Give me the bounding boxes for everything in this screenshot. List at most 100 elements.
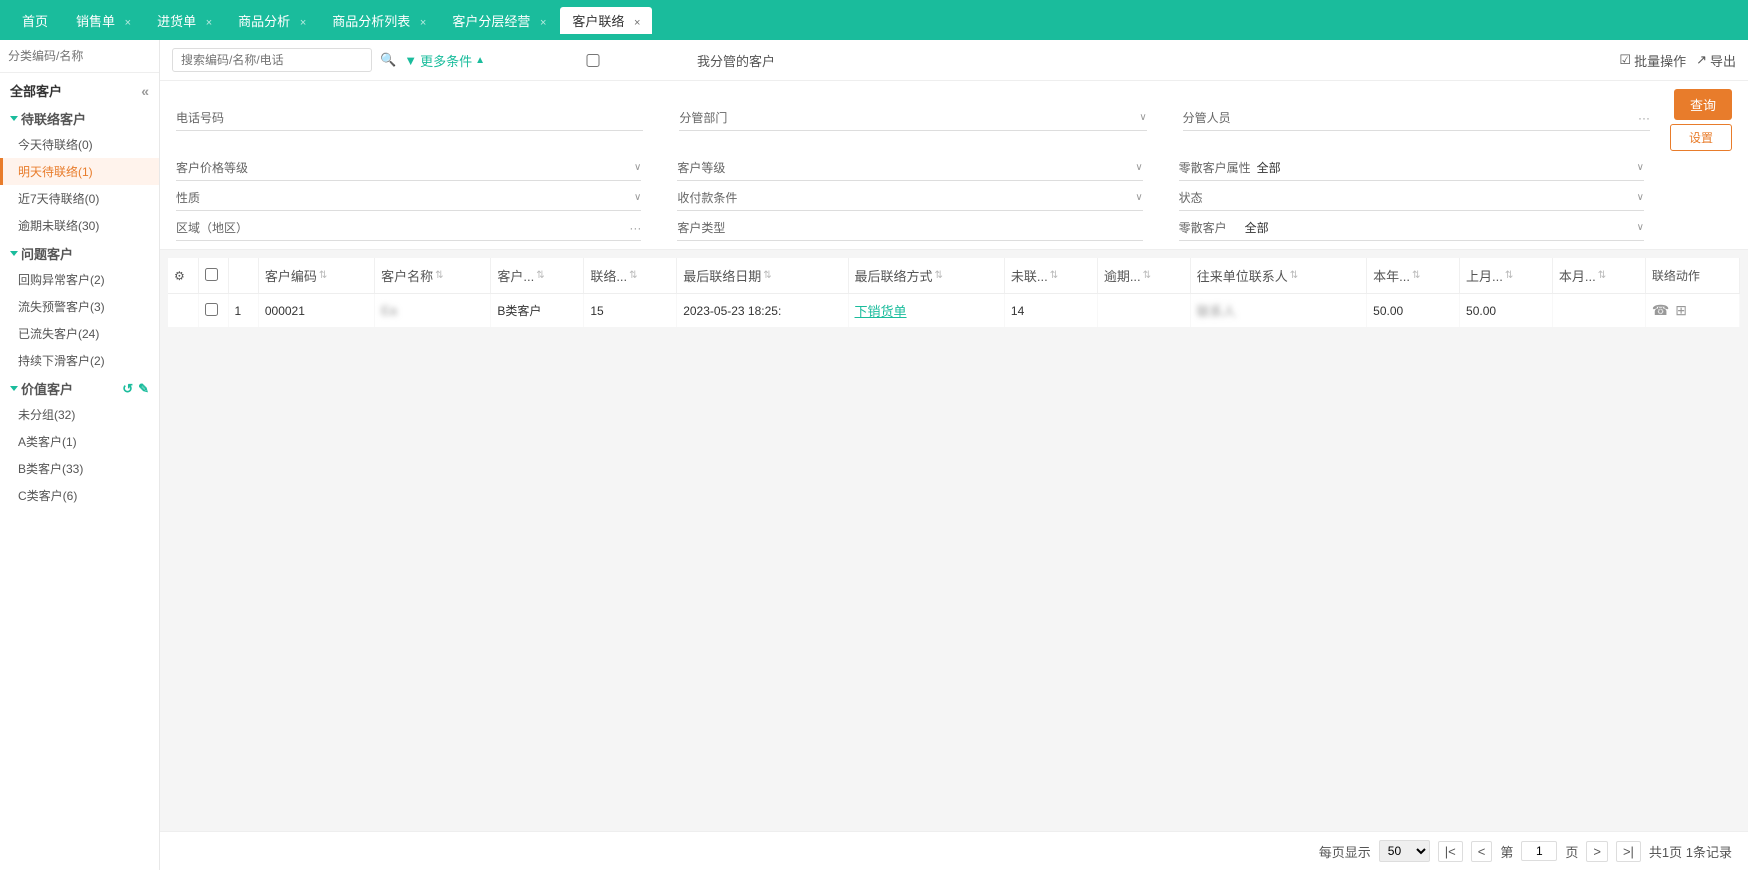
- query-button[interactable]: 查询: [1674, 89, 1732, 120]
- th-unit-contact[interactable]: 往来单位联系人⇅: [1190, 258, 1366, 294]
- export-btn[interactable]: ↗ 导出: [1696, 51, 1736, 70]
- next-page-btn[interactable]: >: [1586, 841, 1608, 862]
- sidebar-item-class-b[interactable]: B类客户(33): [0, 455, 159, 482]
- last-page-btn[interactable]: >|: [1616, 841, 1641, 862]
- th-last-date[interactable]: 最后联络日期⇅: [677, 258, 848, 294]
- sidebar-item-overdue[interactable]: 逾期未联络(30): [0, 212, 159, 239]
- sidebar-collapse-icon[interactable]: «: [141, 83, 149, 99]
- th-name[interactable]: 客户名称⇅: [375, 258, 491, 294]
- filter-dept-label: 分管部门: [679, 109, 739, 126]
- sort-name-icon: ⇅: [435, 270, 443, 281]
- th-code[interactable]: 客户编码⇅: [258, 258, 374, 294]
- nav-close-analysis-list[interactable]: ×: [420, 17, 426, 29]
- my-customers-checkbox[interactable]: [493, 54, 693, 67]
- nav-close-sales[interactable]: ×: [125, 17, 131, 29]
- td-last-month: 50.00: [1460, 294, 1553, 328]
- nav-item-purchase[interactable]: 进货单 ×: [145, 7, 224, 34]
- sidebar-item-repurchase-abnormal[interactable]: 回购异常客户(2): [0, 266, 159, 293]
- filter-manager: 分管人员 ···: [1183, 109, 1650, 131]
- nav-home[interactable]: 首页: [8, 7, 62, 34]
- th-this-month[interactable]: 本月...⇅: [1552, 258, 1645, 294]
- select-all-checkbox[interactable]: [205, 268, 218, 281]
- action-grid-icon[interactable]: ⊞: [1675, 302, 1687, 319]
- th-last-month[interactable]: 上月...⇅: [1460, 258, 1553, 294]
- nav-close-customer-tier[interactable]: ×: [540, 17, 546, 29]
- filter-nature-arrow: ∨: [634, 192, 641, 203]
- filter-region-dots: ···: [629, 221, 641, 235]
- filter-customer-level: 客户等级 ∨: [677, 159, 1142, 181]
- filter-customer-level-arrow: ∨: [1135, 162, 1142, 173]
- filter-price-level-label: 客户价格等级: [176, 159, 248, 176]
- filter-panel: 电话号码 分管部门 ∨ 分管人员 ···: [160, 81, 1748, 250]
- per-page-select[interactable]: 50 100 200: [1379, 840, 1430, 862]
- td-last-method[interactable]: 下销货单: [848, 294, 1004, 328]
- th-no-contact[interactable]: 未联...⇅: [1004, 258, 1097, 294]
- sidebar-item-churn-warning[interactable]: 流失预警客户(3): [0, 293, 159, 320]
- nav-item-analysis[interactable]: 商品分析 ×: [226, 7, 318, 34]
- th-overdue[interactable]: 逾期...⇅: [1097, 258, 1190, 294]
- th-check[interactable]: [198, 258, 228, 294]
- action-phone-icon[interactable]: ☎: [1652, 302, 1669, 319]
- batch-operation-btn[interactable]: ☑ 批量操作: [1619, 51, 1686, 70]
- sidebar-group-problem: 问题客户: [0, 239, 159, 266]
- filter-status: 状态 ∨: [1179, 189, 1644, 211]
- sidebar-item-tomorrow[interactable]: 明天待联络(1): [0, 158, 159, 185]
- nav-item-sales[interactable]: 销售单 ×: [64, 7, 143, 34]
- th-gear[interactable]: ⚙: [168, 258, 198, 294]
- td-last-date: 2023-05-23 18:25:: [677, 294, 848, 328]
- data-table: ⚙ 客户编码⇅ 客户名称⇅ 客户...⇅ 联络...⇅ 最后联络日期⇅ 最后联络…: [168, 258, 1740, 328]
- filter-retail-attr: 零散客户属性 全部 ∨: [1179, 159, 1644, 181]
- td-check[interactable]: [198, 294, 228, 328]
- th-action: 联络动作: [1645, 258, 1739, 294]
- sort-overdue-icon: ⇅: [1143, 270, 1151, 281]
- th-type[interactable]: 客户...⇅: [491, 258, 584, 294]
- filter-retail-attr-value[interactable]: 全部: [1257, 159, 1631, 176]
- search-input[interactable]: [172, 48, 372, 72]
- value-group-refresh[interactable]: ↺: [122, 381, 133, 397]
- page-input[interactable]: [1521, 841, 1557, 861]
- sidebar-item-declining[interactable]: 持续下滑客户(2): [0, 347, 159, 374]
- sidebar-item-ungrouped[interactable]: 未分组(32): [0, 401, 159, 428]
- filter-payment: 收付款条件 ∨: [677, 189, 1142, 211]
- search-icon[interactable]: 🔍: [380, 52, 396, 68]
- nav-close-analysis[interactable]: ×: [300, 17, 306, 29]
- sidebar-item-class-c[interactable]: C类客户(6): [0, 482, 159, 509]
- sidebar-search-input[interactable]: [8, 49, 160, 63]
- more-conditions-btn[interactable]: ▼ 更多条件 ▲: [404, 51, 485, 70]
- td-gear: [168, 294, 198, 328]
- nav-close-purchase[interactable]: ×: [206, 17, 212, 29]
- sidebar-all-customers-header: 全部客户 «: [0, 73, 159, 104]
- nav-item-customer-contact[interactable]: 客户联络 ×: [560, 7, 652, 34]
- sort-this-month-icon: ⇅: [1598, 270, 1606, 281]
- filter-nature: 性质 ∨: [176, 189, 641, 211]
- td-code: 000021: [258, 294, 374, 328]
- value-group-edit[interactable]: ✎: [138, 381, 149, 397]
- first-page-btn[interactable]: |<: [1438, 841, 1463, 862]
- toolbar-right: ☑ 批量操作 ↗ 导出: [1619, 51, 1736, 70]
- filter-retail-customer: 零散客户 全部 ∨: [1179, 219, 1644, 241]
- th-this-month-label: 本月...: [1559, 266, 1596, 285]
- filter-price-level-arrow: ∨: [634, 162, 641, 173]
- filter-region: 区域（地区） ···: [176, 219, 641, 241]
- td-index: 1: [228, 294, 258, 328]
- prev-page-btn[interactable]: <: [1471, 841, 1493, 862]
- row-checkbox[interactable]: [205, 303, 218, 316]
- td-name: Ea: [375, 294, 491, 328]
- nav-item-analysis-list[interactable]: 商品分析列表 ×: [320, 7, 438, 34]
- sidebar-item-today[interactable]: 今天待联络(0): [0, 131, 159, 158]
- th-unit-contact-label: 往来单位联系人: [1197, 266, 1288, 285]
- sidebar-item-7days[interactable]: 近7天待联络(0): [0, 185, 159, 212]
- nav-close-customer-contact[interactable]: ×: [634, 17, 640, 29]
- filter-retail-customer-value[interactable]: 全部: [1245, 219, 1631, 236]
- last-method-link[interactable]: 下销货单: [855, 304, 907, 319]
- th-last-date-label: 最后联络日期: [683, 266, 761, 285]
- nav-item-customer-tier[interactable]: 客户分层经营 ×: [440, 7, 558, 34]
- sidebar-item-class-a[interactable]: A类客户(1): [0, 428, 159, 455]
- set-button[interactable]: 设置: [1670, 124, 1732, 151]
- my-customers-checkbox-label[interactable]: 我分管的客户: [493, 51, 775, 70]
- th-this-year[interactable]: 本年...⇅: [1367, 258, 1460, 294]
- filter-phone: 电话号码: [176, 109, 643, 131]
- th-contacts[interactable]: 联络...⇅: [584, 258, 677, 294]
- th-last-method[interactable]: 最后联络方式⇅: [848, 258, 1004, 294]
- sidebar-item-churned[interactable]: 已流失客户(24): [0, 320, 159, 347]
